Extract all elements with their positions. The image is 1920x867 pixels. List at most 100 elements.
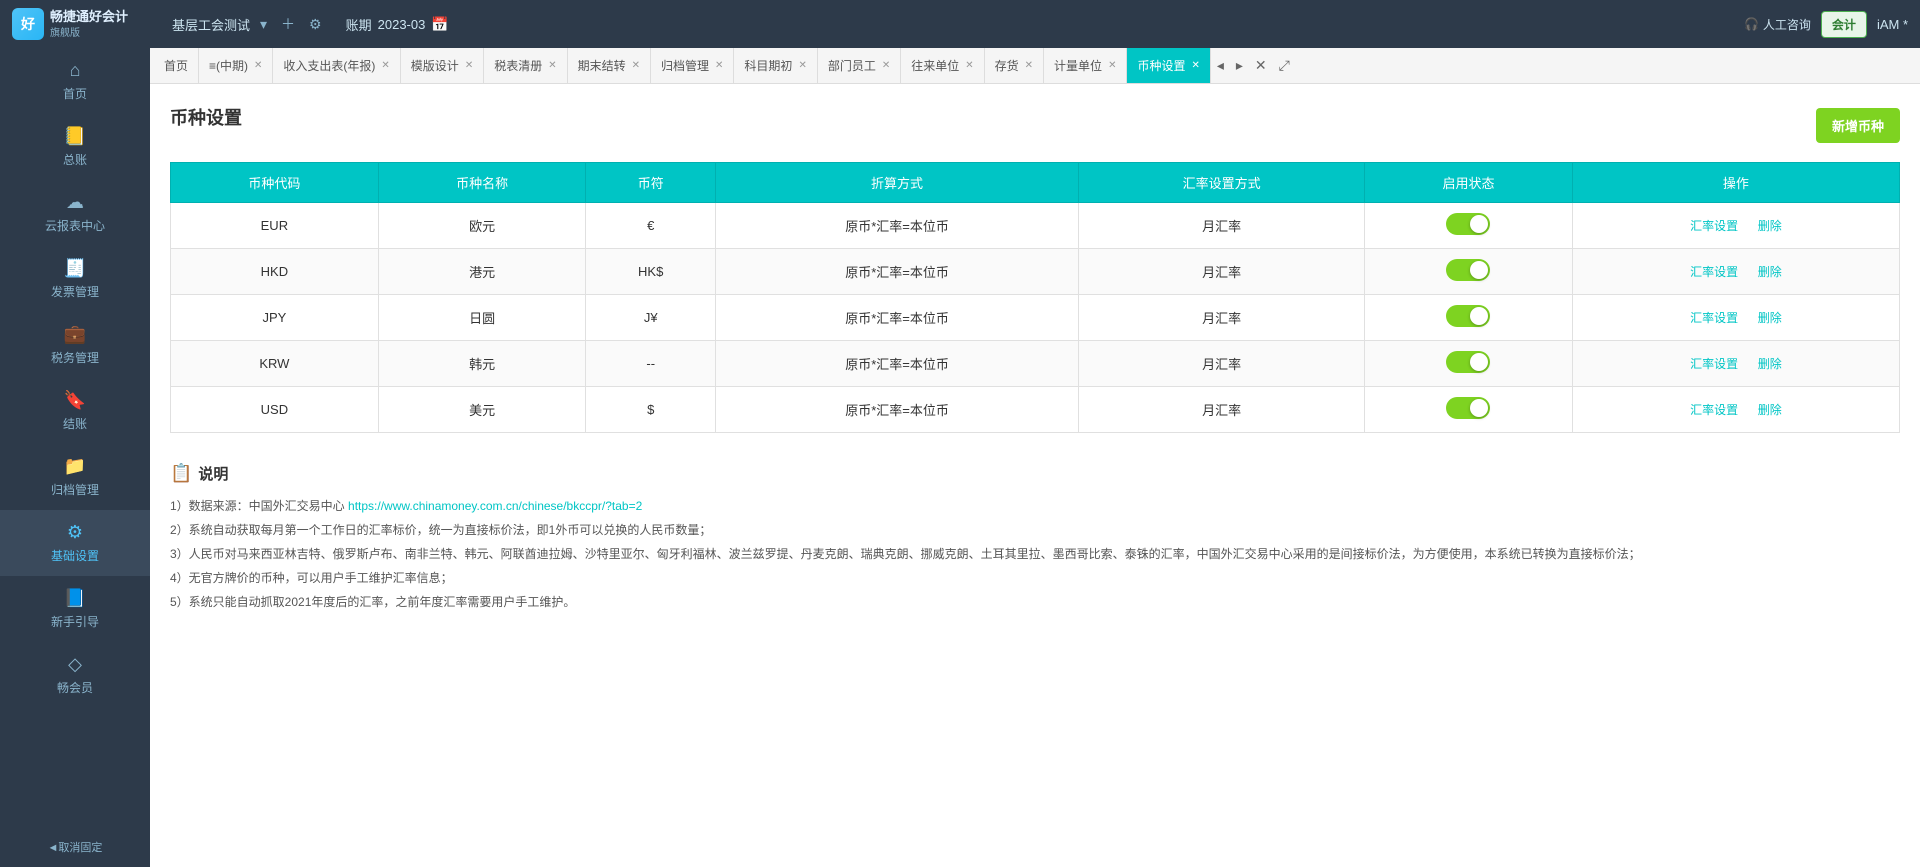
sidebar-item-guide[interactable]: 📘 新手引导 (0, 576, 150, 642)
tab-inventory-close[interactable]: ✕ (1025, 60, 1033, 71)
sidebar-item-checkout[interactable]: 🔖 结账 (0, 378, 150, 444)
cell-code-2: JPY (171, 295, 379, 341)
cell-rate-4: 月汇率 (1079, 387, 1365, 433)
cell-calc-0: 原币*汇率=本位币 (715, 203, 1078, 249)
notes-icon: 📋 (170, 463, 192, 484)
toggle-track-1[interactable] (1446, 259, 1490, 281)
table-header: 币种代码 币种名称 币符 折算方式 汇率设置方式 启用状态 操作 (171, 163, 1900, 203)
table-row: HKD 港元 HK$ 原币*汇率=本位币 月汇率 汇率设置 删除 (171, 249, 1900, 295)
tab-template-close[interactable]: ✕ (465, 60, 473, 71)
tab-period-close[interactable]: ✕ (254, 60, 262, 71)
delete-link-2[interactable]: 删除 (1758, 311, 1782, 325)
company-dropdown-icon[interactable]: ▾ (256, 12, 271, 37)
toggle-thumb-1 (1470, 261, 1488, 279)
tab-contacts-close[interactable]: ✕ (965, 60, 973, 71)
sidebar-label-reports: 云报表中心 (45, 217, 105, 234)
delete-link-1[interactable]: 删除 (1758, 265, 1782, 279)
tab-unit-close[interactable]: ✕ (1108, 60, 1116, 71)
tab-archive-close[interactable]: ✕ (715, 60, 723, 71)
new-currency-button[interactable]: 新增币种 (1816, 108, 1900, 143)
tab-subjects[interactable]: 科目期初 ✕ (734, 48, 817, 84)
tab-currency-close[interactable]: ✕ (1191, 60, 1199, 71)
sidebar-item-ledger[interactable]: 📒 总账 (0, 114, 150, 180)
toggle-thumb-2 (1470, 307, 1488, 325)
company-area: 基层工会测试 ▾ ＋ ⚙ (172, 10, 326, 38)
toggle-1[interactable] (1446, 259, 1490, 281)
delete-link-3[interactable]: 删除 (1758, 357, 1782, 371)
toggle-0[interactable] (1446, 213, 1490, 235)
delete-link-4[interactable]: 删除 (1758, 403, 1782, 417)
toggle-track-0[interactable] (1446, 213, 1490, 235)
kuaiji-button[interactable]: 会计 (1821, 11, 1867, 38)
settings-gear-icon: ⚙ (67, 522, 83, 543)
sidebar-item-tax[interactable]: 💼 税务管理 (0, 312, 150, 378)
sidebar-item-settings[interactable]: ⚙ 基础设置 (0, 510, 150, 576)
tab-close-all[interactable]: ✕ (1249, 57, 1273, 74)
sidebar-item-home[interactable]: ⌂ 首页 (0, 48, 150, 114)
tab-tax-close[interactable]: ✕ (548, 60, 556, 71)
ledger-icon: 📒 (64, 126, 86, 147)
tab-inventory-label: 存货 (995, 57, 1019, 74)
table-row: USD 美元 $ 原币*汇率=本位币 月汇率 汇率设置 删除 (171, 387, 1900, 433)
member-icon: ◇ (68, 654, 82, 675)
tab-period[interactable]: ≡(中期) ✕ (199, 48, 273, 84)
app-name: 畅捷通好会计 (50, 9, 128, 25)
tab-dept-label: 部门员工 (828, 57, 876, 74)
cell-symbol-2: J¥ (586, 295, 715, 341)
rate-setting-link-0[interactable]: 汇率设置 (1690, 219, 1738, 233)
cancel-pin-label: ◄取消固定 (48, 839, 103, 855)
tab-dept-close[interactable]: ✕ (882, 60, 890, 71)
toggle-thumb-0 (1470, 215, 1488, 233)
tab-tax[interactable]: 税表清册 ✕ (484, 48, 567, 84)
tab-subjects-close[interactable]: ✕ (798, 60, 806, 71)
tab-period-end-close[interactable]: ✕ (632, 60, 640, 71)
cloud-icon: ☁ (66, 192, 84, 213)
rate-setting-link-1[interactable]: 汇率设置 (1690, 265, 1738, 279)
tab-currency[interactable]: 币种设置 ✕ (1127, 48, 1210, 84)
calendar-icon[interactable]: 📅 (431, 16, 448, 33)
archive-icon: 📁 (64, 456, 86, 477)
help-button[interactable]: 🎧 人工咨询 (1744, 16, 1811, 33)
col-code: 币种代码 (171, 163, 379, 203)
rate-setting-link-4[interactable]: 汇率设置 (1690, 403, 1738, 417)
sidebar-item-archive[interactable]: 📁 归档管理 (0, 444, 150, 510)
toggle-3[interactable] (1446, 351, 1490, 373)
tab-expand[interactable]: ⤢ (1273, 57, 1296, 74)
cancel-pin-button[interactable]: ◄取消固定 (12, 839, 138, 855)
settings-icon[interactable]: ⚙ (305, 12, 326, 37)
add-company-icon[interactable]: ＋ (277, 10, 299, 38)
tab-nav-next[interactable]: ▸ (1230, 57, 1249, 74)
tab-template[interactable]: 模版设计 ✕ (401, 48, 484, 84)
col-status: 启用状态 (1365, 163, 1573, 203)
tab-income[interactable]: 收入支出表(年报) ✕ (273, 48, 400, 84)
rate-setting-link-2[interactable]: 汇率设置 (1690, 311, 1738, 325)
sidebar-item-invoice[interactable]: 🧾 发票管理 (0, 246, 150, 312)
notes-link[interactable]: https://www.chinamoney.com.cn/chinese/bk… (348, 499, 642, 513)
tab-dept[interactable]: 部门员工 ✕ (818, 48, 901, 84)
tab-archive[interactable]: 归档管理 ✕ (651, 48, 734, 84)
tab-home[interactable]: 首页 (154, 48, 199, 84)
tab-nav-prev[interactable]: ◂ (1211, 57, 1230, 74)
delete-link-0[interactable]: 删除 (1758, 219, 1782, 233)
sidebar-item-member[interactable]: ◇ 畅会员 (0, 642, 150, 708)
toggle-4[interactable] (1446, 397, 1490, 419)
cell-action-2: 汇率设置 删除 (1572, 295, 1899, 341)
tab-income-close[interactable]: ✕ (381, 60, 389, 71)
rate-setting-link-3[interactable]: 汇率设置 (1690, 357, 1738, 371)
toggle-track-4[interactable] (1446, 397, 1490, 419)
currency-table: 币种代码 币种名称 币符 折算方式 汇率设置方式 启用状态 操作 EUR 欧元 … (170, 162, 1900, 433)
toggle-track-3[interactable] (1446, 351, 1490, 373)
tab-unit[interactable]: 计量单位 ✕ (1044, 48, 1127, 84)
sidebar: ⌂ 首页 📒 总账 ☁ 云报表中心 🧾 发票管理 💼 税务管理 🔖 结账 📁 归… (0, 48, 150, 867)
tab-inventory[interactable]: 存货 ✕ (985, 48, 1044, 84)
sidebar-item-reports[interactable]: ☁ 云报表中心 (0, 180, 150, 246)
cell-name-3: 韩元 (378, 341, 586, 387)
tab-contacts[interactable]: 往来单位 ✕ (901, 48, 984, 84)
toggle-2[interactable] (1446, 305, 1490, 327)
cell-rate-1: 月汇率 (1079, 249, 1365, 295)
cell-rate-2: 月汇率 (1079, 295, 1365, 341)
tab-period-end[interactable]: 期末结转 ✕ (568, 48, 651, 84)
toggle-track-2[interactable] (1446, 305, 1490, 327)
table-row: JPY 日圆 J¥ 原币*汇率=本位币 月汇率 汇率设置 删除 (171, 295, 1900, 341)
notes-section: 📋 说明 1）数据来源：中国外汇交易中心 https://www.chinamo… (170, 463, 1900, 614)
